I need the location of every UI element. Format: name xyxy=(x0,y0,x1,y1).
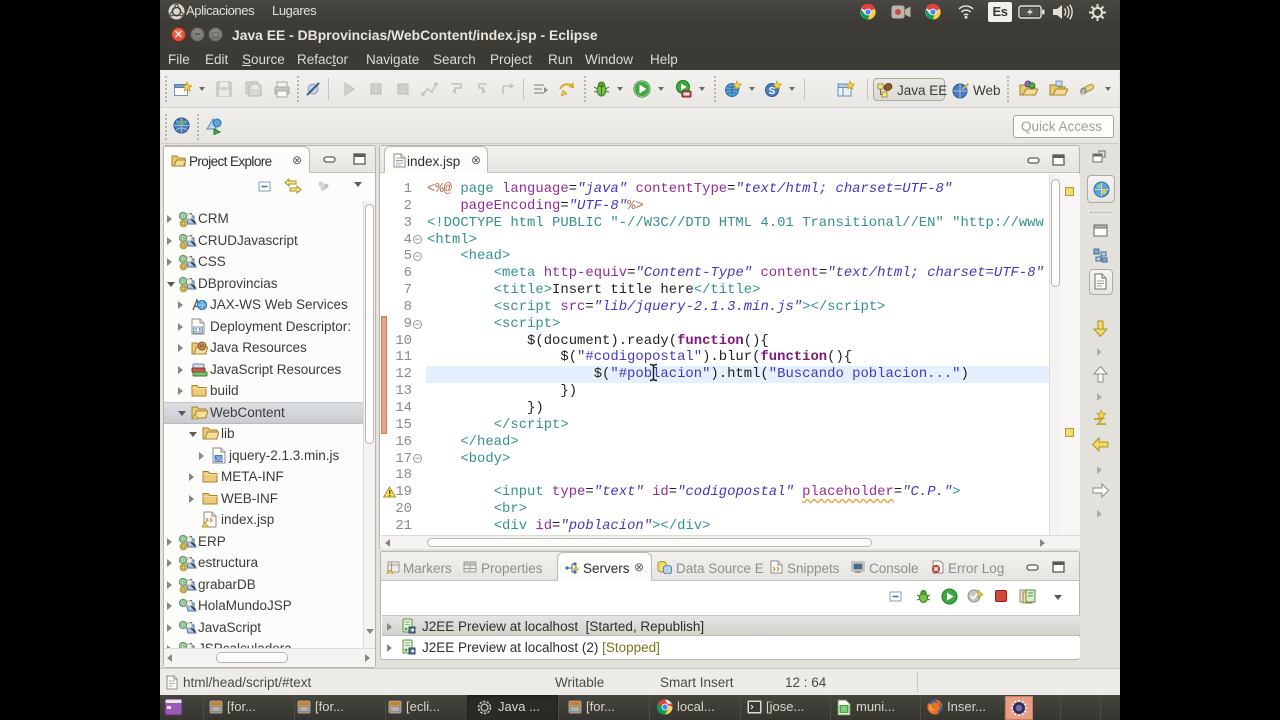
svg-text:S: S xyxy=(769,86,776,97)
svg-text:2.5: 2.5 xyxy=(194,328,202,334)
svg-text:JS: JS xyxy=(215,457,222,463)
